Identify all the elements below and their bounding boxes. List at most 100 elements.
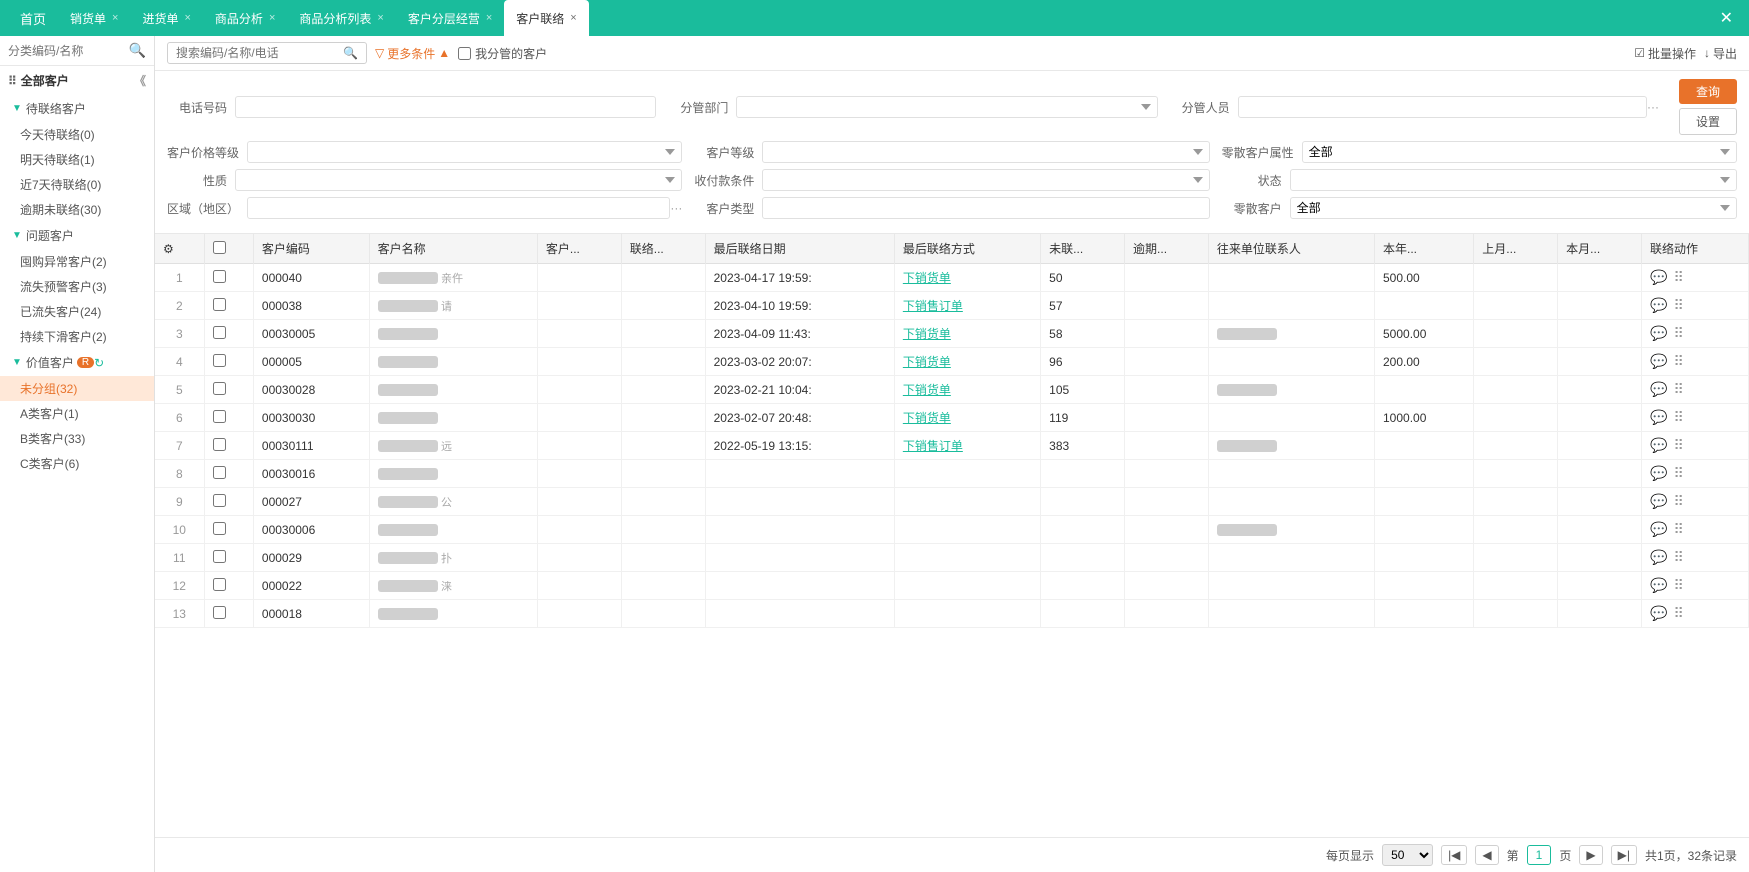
customer-level-select[interactable]	[762, 141, 1209, 163]
collapse-icon[interactable]: 《	[134, 72, 146, 89]
first-page-btn[interactable]: |◀	[1441, 845, 1467, 865]
sidebar-search-input[interactable]	[8, 44, 129, 58]
th-settings[interactable]: ⚙	[155, 234, 204, 264]
message-icon[interactable]: 💬	[1650, 437, 1667, 454]
next-page-btn[interactable]: ▶	[1579, 845, 1602, 865]
grid-action-icon[interactable]: ⠿	[1673, 297, 1683, 314]
row-checkbox[interactable]	[204, 404, 253, 432]
row-checkbox[interactable]	[204, 572, 253, 600]
sidebar-item-churn-warning[interactable]: 流失预警客户(3)	[0, 274, 154, 299]
message-icon[interactable]: 💬	[1650, 577, 1667, 594]
grid-action-icon[interactable]: ⠿	[1673, 605, 1683, 622]
query-button[interactable]: 查询	[1679, 79, 1737, 104]
message-icon[interactable]: 💬	[1650, 269, 1667, 286]
search-input[interactable]	[176, 46, 343, 60]
more-conditions-btn[interactable]: ▽ 更多条件 ▲	[375, 45, 450, 62]
grid-action-icon[interactable]: ⠿	[1673, 549, 1683, 566]
sidebar-item-tomorrow[interactable]: 明天待联络(1)	[0, 147, 154, 172]
select-all-checkbox[interactable]	[213, 241, 226, 254]
nav-tab-进货单[interactable]: 进货单 ×	[130, 0, 202, 36]
message-icon[interactable]: 💬	[1650, 297, 1667, 314]
payment-select[interactable]	[762, 169, 1209, 191]
sidebar-item-today[interactable]: 今天待联络(0)	[0, 122, 154, 147]
nav-tab-商品分析列表[interactable]: 商品分析列表 ×	[287, 0, 395, 36]
nav-tab-客户联络[interactable]: 客户联络 ×	[504, 0, 588, 36]
refresh-icon[interactable]: ↻	[94, 356, 104, 370]
row-last-method[interactable]	[894, 572, 1040, 600]
sidebar-group-待联络客户[interactable]: ▼ 待联络客户	[0, 95, 154, 122]
manager-more-icon[interactable]: ···	[1647, 100, 1659, 114]
customer-type-input[interactable]	[762, 197, 1209, 219]
grid-action-icon[interactable]: ⠿	[1673, 325, 1683, 342]
row-last-method[interactable]: 下销售订单	[894, 432, 1040, 460]
grid-action-icon[interactable]: ⠿	[1673, 521, 1683, 538]
last-page-btn[interactable]: ▶|	[1611, 845, 1637, 865]
sidebar-all-customers[interactable]: ⠿ 全部客户 《	[0, 66, 154, 95]
row-checkbox[interactable]	[204, 432, 253, 460]
row-checkbox[interactable]	[204, 348, 253, 376]
grid-action-icon[interactable]: ⠿	[1673, 353, 1683, 370]
row-checkbox[interactable]	[204, 376, 253, 404]
region-input[interactable]	[247, 197, 670, 219]
my-customers-checkbox[interactable]	[458, 47, 471, 60]
retail-attr-select[interactable]: 全部	[1302, 141, 1737, 163]
close-icon[interactable]: ×	[570, 12, 576, 24]
sidebar-item-declining[interactable]: 持续下滑客户(2)	[0, 324, 154, 349]
th-checkbox[interactable]	[204, 234, 253, 264]
message-icon[interactable]: 💬	[1650, 381, 1667, 398]
settings-icon[interactable]: ⚙	[163, 242, 174, 256]
grid-action-icon[interactable]: ⠿	[1673, 409, 1683, 426]
grid-action-icon[interactable]: ⠿	[1673, 437, 1683, 454]
message-icon[interactable]: 💬	[1650, 605, 1667, 622]
row-last-method[interactable]	[894, 516, 1040, 544]
message-icon[interactable]: 💬	[1650, 549, 1667, 566]
message-icon[interactable]: 💬	[1650, 353, 1667, 370]
prev-page-btn[interactable]: ◀	[1475, 845, 1498, 865]
page-size-select[interactable]: 50 100	[1382, 844, 1433, 866]
row-checkbox[interactable]	[204, 516, 253, 544]
sidebar-item-churned[interactable]: 已流失客户(24)	[0, 299, 154, 324]
sidebar-group-问题客户[interactable]: ▼ 问题客户	[0, 222, 154, 249]
row-checkbox[interactable]	[204, 600, 253, 628]
grid-action-icon[interactable]: ⠿	[1673, 381, 1683, 398]
close-icon[interactable]: ×	[112, 12, 118, 24]
message-icon[interactable]: 💬	[1650, 465, 1667, 482]
close-icon[interactable]: ×	[377, 12, 383, 24]
row-checkbox[interactable]	[204, 264, 253, 292]
close-icon[interactable]: ×	[184, 12, 190, 24]
manager-input[interactable]	[1238, 96, 1647, 118]
row-last-method[interactable]	[894, 460, 1040, 488]
nav-tab-商品分析[interactable]: 商品分析 ×	[203, 0, 287, 36]
sidebar-item-class-c[interactable]: C类客户(6)	[0, 451, 154, 476]
row-checkbox[interactable]	[204, 460, 253, 488]
sidebar-group-价值客户[interactable]: ▼ 价值客户 R ↻	[0, 349, 154, 376]
message-icon[interactable]: 💬	[1650, 409, 1667, 426]
retail-customer-select[interactable]: 全部	[1290, 197, 1737, 219]
row-last-method[interactable]: 下销货单	[894, 376, 1040, 404]
row-checkbox[interactable]	[204, 320, 253, 348]
row-checkbox[interactable]	[204, 292, 253, 320]
window-close-button[interactable]: ✕	[1712, 8, 1741, 28]
dept-select[interactable]	[736, 96, 1157, 118]
sidebar-item-class-b[interactable]: B类客户(33)	[0, 426, 154, 451]
row-last-method[interactable]	[894, 600, 1040, 628]
search-icon[interactable]: 🔍	[343, 46, 358, 60]
row-last-method[interactable]	[894, 544, 1040, 572]
nav-home[interactable]: 首页	[8, 9, 58, 28]
region-more-icon[interactable]: ···	[670, 201, 682, 215]
grid-action-icon[interactable]: ⠿	[1673, 465, 1683, 482]
nature-select[interactable]	[235, 169, 682, 191]
reset-button[interactable]: 设置	[1679, 108, 1737, 135]
export-btn[interactable]: ↓ 导出	[1704, 45, 1737, 62]
row-checkbox[interactable]	[204, 544, 253, 572]
row-checkbox[interactable]	[204, 488, 253, 516]
nav-tab-客户分层经营[interactable]: 客户分层经营 ×	[396, 0, 504, 36]
grid-action-icon[interactable]: ⠿	[1673, 577, 1683, 594]
message-icon[interactable]: 💬	[1650, 521, 1667, 538]
message-icon[interactable]: 💬	[1650, 325, 1667, 342]
message-icon[interactable]: 💬	[1650, 493, 1667, 510]
sidebar-item-overdue[interactable]: 逾期未联络(30)	[0, 197, 154, 222]
status-select[interactable]	[1290, 169, 1737, 191]
row-last-method[interactable]: 下销售订单	[894, 292, 1040, 320]
batch-ops-btn[interactable]: ☑ 批量操作	[1634, 45, 1696, 62]
